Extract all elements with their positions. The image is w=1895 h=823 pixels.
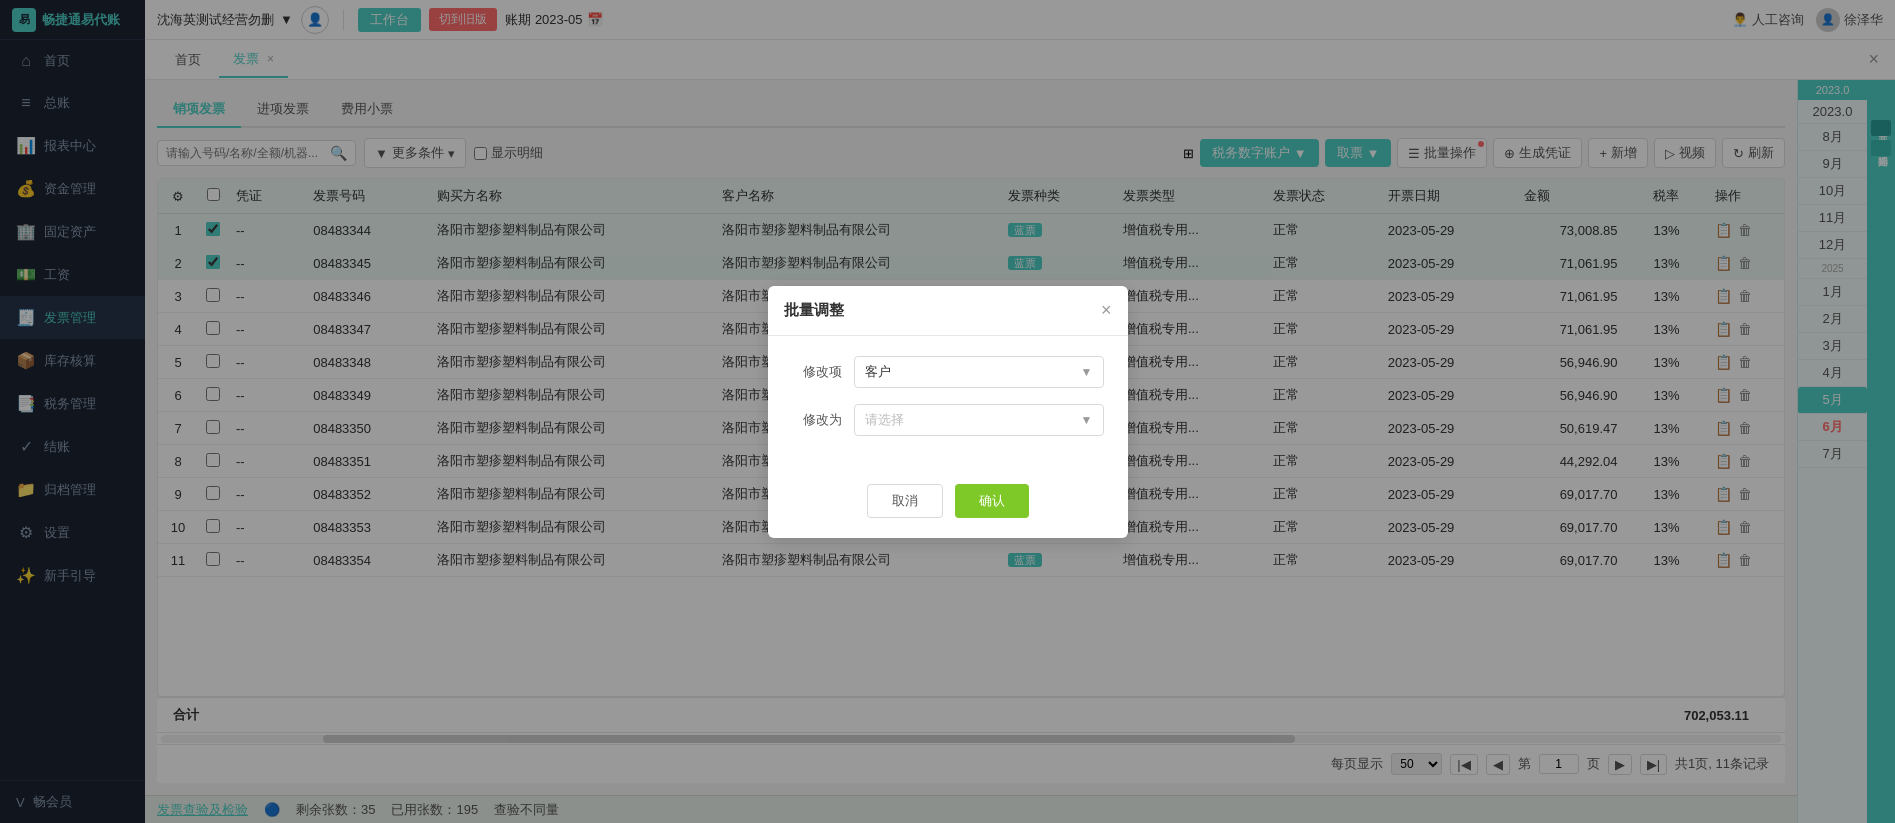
modify-to-select[interactable]: 请选择 ▼: [854, 404, 1104, 436]
modify-field-value: 客户: [865, 363, 891, 381]
cancel-button[interactable]: 取消: [867, 484, 943, 518]
modal-overlay: 批量调整 × 修改项 客户 ▼ 修改为 请选择 ▼ 取消 确认: [0, 0, 1895, 823]
modal-close-button[interactable]: ×: [1101, 300, 1112, 321]
modify-field-arrow-icon: ▼: [1081, 365, 1093, 379]
modal-body: 修改项 客户 ▼ 修改为 请选择 ▼: [768, 336, 1128, 472]
modify-to-label: 修改为: [792, 411, 842, 429]
modal-title: 批量调整: [784, 301, 844, 320]
modal-footer: 取消 确认: [768, 472, 1128, 538]
modify-to-placeholder: 请选择: [865, 411, 904, 429]
modify-to-row: 修改为 请选择 ▼: [792, 404, 1104, 436]
batch-adjust-modal: 批量调整 × 修改项 客户 ▼ 修改为 请选择 ▼ 取消 确认: [768, 286, 1128, 538]
modify-field-label: 修改项: [792, 363, 842, 381]
confirm-button[interactable]: 确认: [955, 484, 1029, 518]
modify-field-row: 修改项 客户 ▼: [792, 356, 1104, 388]
modify-to-arrow-icon: ▼: [1081, 413, 1093, 427]
modal-header: 批量调整 ×: [768, 286, 1128, 336]
modify-field-select[interactable]: 客户 ▼: [854, 356, 1104, 388]
